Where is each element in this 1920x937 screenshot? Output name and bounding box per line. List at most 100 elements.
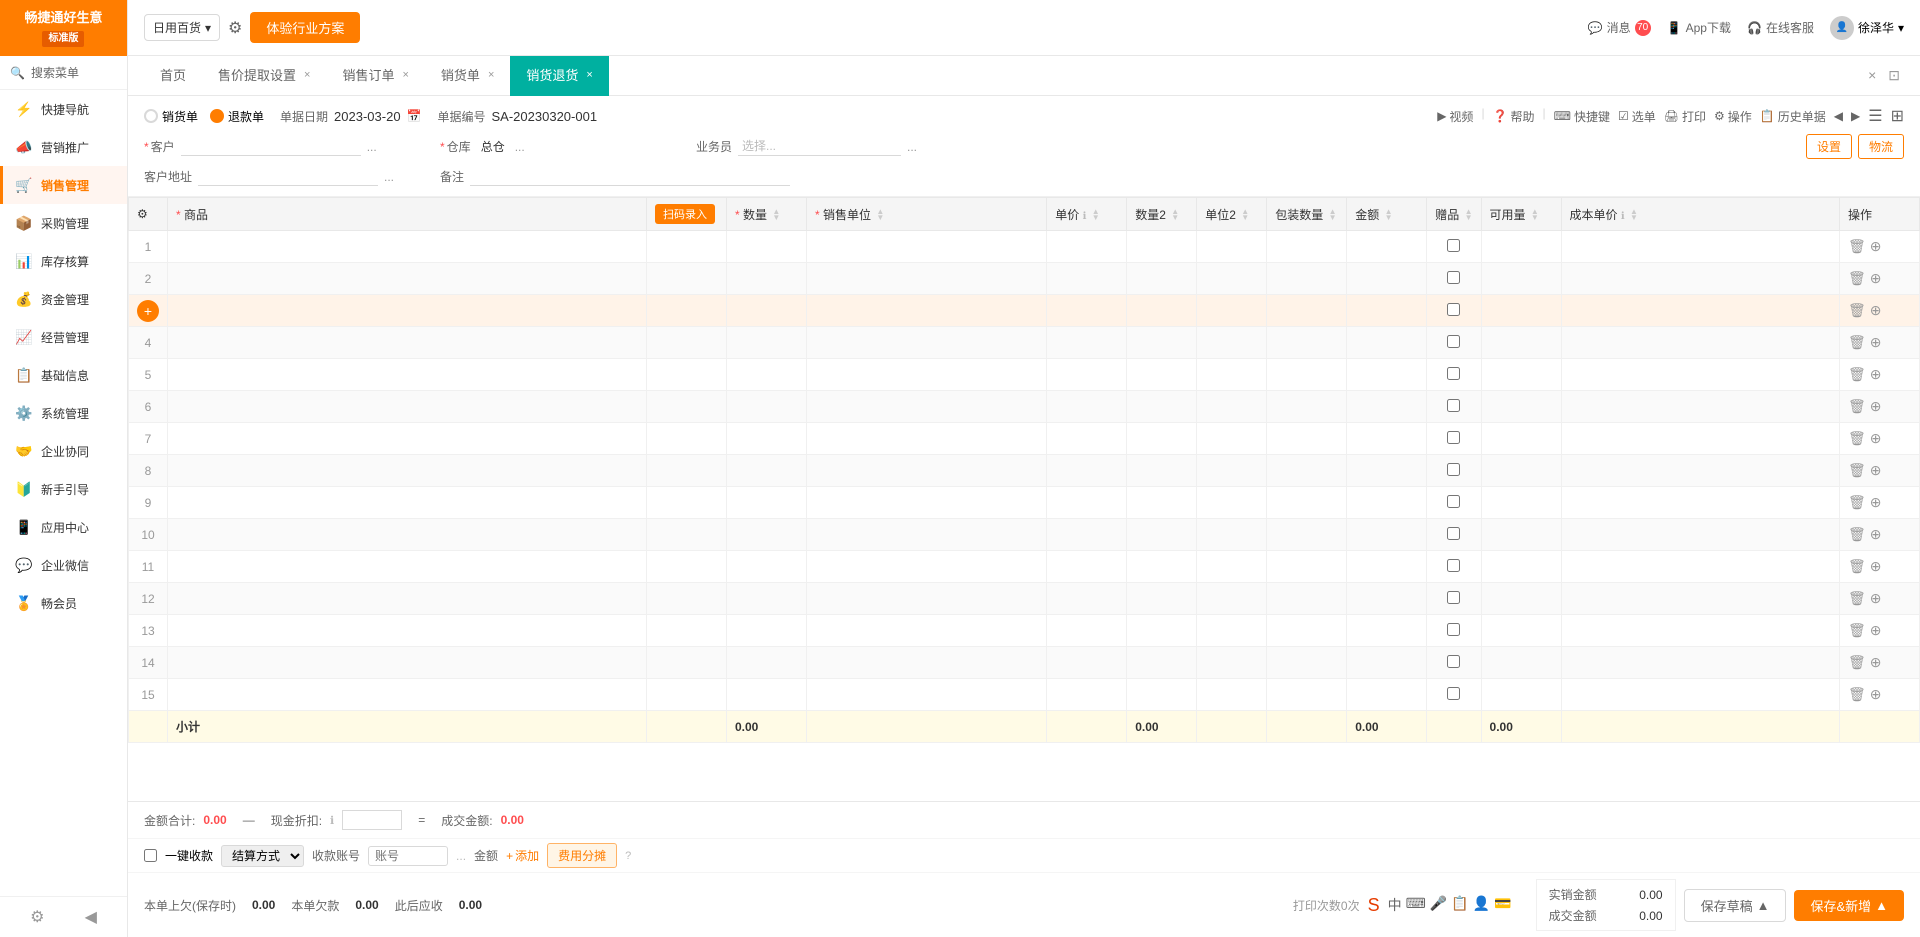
video-btn[interactable]: ▶ 视频 (1437, 106, 1473, 126)
sidebar-item-purchase[interactable]: 📦 采购管理 (0, 204, 127, 242)
settings-icon[interactable]: ⚙ (30, 907, 44, 927)
online-service-btn[interactable]: 🎧 在线客服 (1747, 19, 1814, 36)
salesperson-input[interactable] (738, 137, 901, 156)
copy-row-btn[interactable]: ⊕ (1870, 302, 1882, 319)
delete-row-btn[interactable]: 🗑 (1848, 494, 1866, 511)
add-btn[interactable]: + 添加 (506, 847, 539, 864)
select-btn[interactable]: ☑ 选单 (1618, 106, 1656, 126)
delete-row-btn[interactable]: 🗑 (1848, 558, 1866, 575)
expense-btn[interactable]: 费用分摊 (547, 843, 617, 868)
gift-checkbox[interactable] (1447, 303, 1460, 316)
shortcut-btn[interactable]: ⌨ 快捷键 (1554, 106, 1610, 126)
delete-row-btn[interactable]: 🗑 (1848, 366, 1866, 383)
copy-row-btn[interactable]: ⊕ (1870, 590, 1882, 607)
account-input[interactable] (368, 846, 448, 866)
copy-row-btn[interactable]: ⊕ (1870, 366, 1882, 383)
one-click-checkbox[interactable] (144, 849, 157, 862)
delete-row-btn[interactable]: 🗑 (1848, 526, 1866, 543)
delete-row-btn[interactable]: 🗑 (1848, 462, 1866, 479)
copy-row-btn[interactable]: ⊕ (1870, 398, 1882, 415)
sidebar-item-marketing[interactable]: 📣 营销推广 (0, 128, 127, 166)
copy-row-btn[interactable]: ⊕ (1870, 270, 1882, 287)
user-menu[interactable]: 👤 徐泽华 ▾ (1830, 16, 1904, 40)
copy-row-btn[interactable]: ⊕ (1870, 686, 1882, 703)
delete-row-btn[interactable]: 🗑 (1848, 238, 1866, 255)
product-input[interactable] (176, 304, 638, 318)
tab-sales-order-close[interactable]: × (402, 69, 408, 81)
save-new-btn[interactable]: 保存&新增 ▲ (1794, 890, 1904, 921)
tab-sales-delivery[interactable]: 销货单 × (425, 56, 510, 96)
salesperson-ellipsis[interactable]: ... (907, 140, 917, 154)
tab-sales-order[interactable]: 销售订单 × (326, 56, 424, 96)
address-ellipsis[interactable]: ... (384, 170, 394, 184)
next-btn[interactable]: ▶ (1851, 106, 1860, 126)
copy-row-btn[interactable]: ⊕ (1870, 238, 1882, 255)
delete-row-btn[interactable]: 🗑 (1848, 622, 1866, 639)
address-input[interactable] (198, 167, 378, 186)
grid-view-btn[interactable]: ⊞ (1891, 106, 1904, 126)
sidebar-item-member[interactable]: 🏅 畅会员 (0, 584, 127, 622)
date-value[interactable]: 2023-03-20 (334, 109, 401, 124)
warehouse-ellipsis[interactable]: ... (515, 140, 525, 154)
tool-icon-4[interactable]: 📋 (1451, 895, 1468, 915)
copy-row-btn[interactable]: ⊕ (1870, 430, 1882, 447)
calendar-icon[interactable]: 📅 (407, 109, 422, 123)
tool-icon-5[interactable]: 👤 (1473, 895, 1490, 915)
tab-price-setting-close[interactable]: × (304, 69, 310, 81)
tool-icon-3[interactable]: 🎤 (1430, 895, 1447, 915)
list-view-btn[interactable]: ☰ (1868, 106, 1882, 126)
gift-checkbox[interactable] (1447, 495, 1460, 508)
logistics-btn[interactable]: 物流 (1858, 134, 1904, 159)
tool-icon-2[interactable]: ⌨ (1406, 895, 1426, 915)
add-row-btn[interactable]: + (137, 300, 159, 322)
copy-row-btn[interactable]: ⊕ (1870, 526, 1882, 543)
sidebar-item-app-center[interactable]: 📱 应用中心 (0, 508, 127, 546)
close-all-tabs-btn[interactable]: × (1864, 65, 1880, 86)
note-input[interactable] (470, 167, 790, 186)
sidebar-item-quick-nav[interactable]: ⚡ 快捷导航 (0, 90, 127, 128)
prev-btn[interactable]: ◀ (1834, 106, 1843, 126)
gift-checkbox[interactable] (1447, 591, 1460, 604)
customer-ellipsis[interactable]: ... (367, 140, 377, 154)
collapse-icon[interactable]: ◀ (85, 907, 97, 927)
save-draft-btn[interactable]: 保存草稿 ▲ (1684, 889, 1787, 922)
delete-row-btn[interactable]: 🗑 (1848, 590, 1866, 607)
customer-input[interactable] (181, 137, 361, 156)
radio-delivery[interactable]: 销货单 (144, 108, 198, 125)
tab-home[interactable]: 首页 (144, 56, 202, 96)
gift-checkbox[interactable] (1447, 655, 1460, 668)
delete-row-btn[interactable]: 🗑 (1848, 654, 1866, 671)
message-btn[interactable]: 💬 消息 70 (1588, 19, 1651, 36)
sidebar-item-operations[interactable]: 📈 经营管理 (0, 318, 127, 356)
industry-dropdown[interactable]: 日用百货 ▾ (144, 14, 220, 41)
delete-row-btn[interactable]: 🗑 (1848, 334, 1866, 351)
copy-row-btn[interactable]: ⊕ (1870, 654, 1882, 671)
gift-checkbox[interactable] (1447, 271, 1460, 284)
copy-row-btn[interactable]: ⊕ (1870, 622, 1882, 639)
sidebar-item-enterprise[interactable]: 🤝 企业协同 (0, 432, 127, 470)
app-download-btn[interactable]: 📱 App下载 (1667, 19, 1731, 36)
sidebar-item-guide[interactable]: 🔰 新手引导 (0, 470, 127, 508)
account-ellipsis[interactable]: ... (456, 849, 466, 863)
settlement-select[interactable]: 结算方式 (221, 845, 304, 867)
help-btn[interactable]: ❓ 帮助 (1493, 106, 1535, 126)
operation-btn[interactable]: ⚙ 操作 (1714, 106, 1752, 126)
gift-checkbox[interactable] (1447, 527, 1460, 540)
gear-icon[interactable]: ⚙ (228, 18, 242, 38)
experience-btn[interactable]: 体验行业方案 (250, 12, 360, 43)
gift-checkbox[interactable] (1447, 623, 1460, 636)
delete-row-btn[interactable]: 🗑 (1848, 398, 1866, 415)
restore-btn[interactable]: ⊡ (1884, 65, 1904, 86)
product-cell[interactable] (168, 295, 647, 327)
discount-input[interactable] (342, 810, 402, 830)
print-btn[interactable]: 🖨 打印 (1664, 106, 1706, 126)
gift-checkbox[interactable] (1447, 239, 1460, 252)
th-settings[interactable]: ⚙ (129, 198, 168, 231)
settings-btn[interactable]: 设置 (1806, 134, 1852, 159)
delete-row-btn[interactable]: 🗑 (1848, 686, 1866, 703)
history-btn[interactable]: 📋 历史单据 (1760, 106, 1826, 126)
th-barcode[interactable]: 扫码录入 (646, 198, 726, 231)
gift-checkbox[interactable] (1447, 559, 1460, 572)
sidebar-item-finance[interactable]: 💰 资金管理 (0, 280, 127, 318)
tab-sales-return-close[interactable]: × (586, 69, 592, 81)
